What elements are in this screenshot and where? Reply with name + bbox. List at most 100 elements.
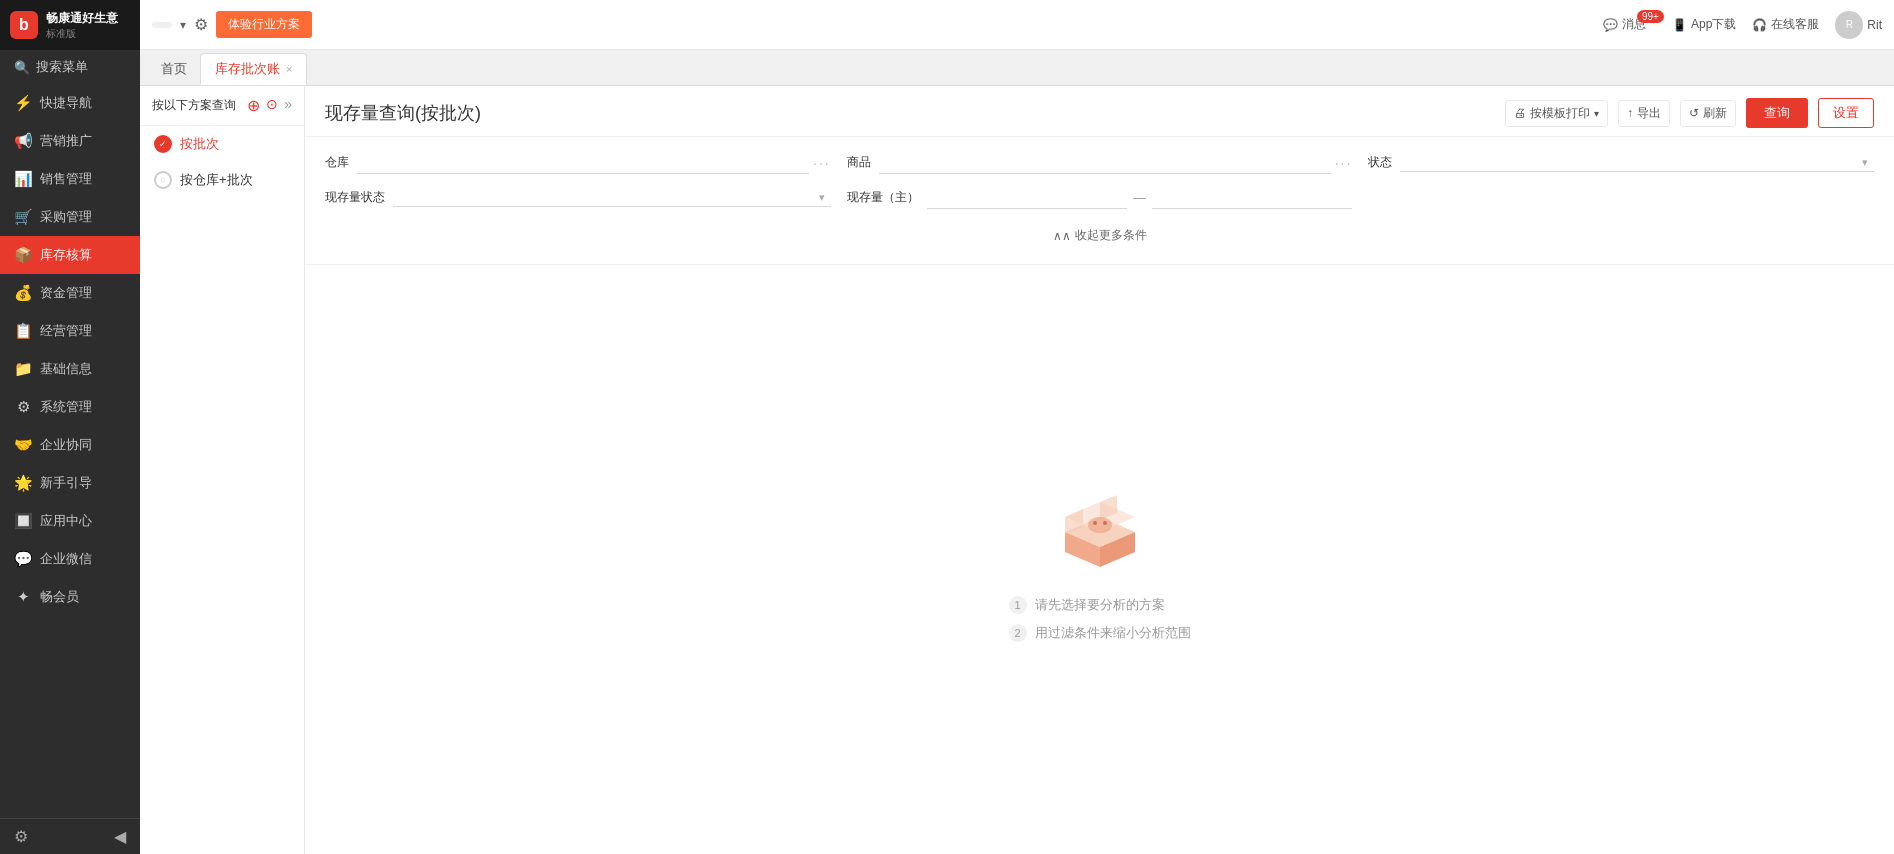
trial-button[interactable]: 体验行业方案 [216,11,312,38]
search-menu[interactable]: 🔍 搜索菜单 [0,50,140,84]
sidebar-item-label: 应用中心 [40,512,92,530]
empty-hint-1: 1 请先选择要分析的方案 [1009,596,1191,614]
inventory-status-label: 现存量状态 [325,189,385,206]
app-logo: b [10,11,38,39]
scheme-item-batch[interactable]: ✓ 按批次 [140,126,304,162]
print-button[interactable]: 🖨 按模板打印 ▾ [1505,100,1608,127]
messages-item[interactable]: 💬 消息 99+ [1603,16,1656,33]
export-label: 导出 [1637,105,1661,122]
tab-inventory-batch[interactable]: 库存批次账 × [200,53,307,85]
query-button[interactable]: 查询 [1746,98,1808,128]
collapse-chevron-up: ∧∧ [1053,229,1071,243]
product-input[interactable] [879,151,1331,174]
svg-point-6 [1088,517,1112,533]
sidebar-item-purchase[interactable]: 🛒 采购管理 [0,198,140,236]
scheme-item-warehouse-batch[interactable]: ○ 按仓库+批次 [140,162,304,198]
sidebar-item-finance[interactable]: 💰 资金管理 [0,274,140,312]
sidebar-item-guide[interactable]: 🌟 新手引导 [0,464,140,502]
topbar-right: 💬 消息 99+ 📱 App下载 🎧 在线客服 R Rit [1603,11,1882,39]
search-icon: 🔍 [14,60,30,75]
quick-nav-icon: ⚡ [14,94,32,112]
sidebar-item-label: 快捷导航 [40,94,92,112]
home-label: 首页 [161,60,187,78]
sidebar-item-sales[interactable]: 📊 销售管理 [0,160,140,198]
sidebar-item-inventory[interactable]: 📦 库存核算 [0,236,140,274]
status-field: 状态 ▾ [1368,154,1874,172]
sidebar-item-wechat[interactable]: 💬 企业微信 [0,540,140,578]
system-icon: ⚙ [14,398,32,416]
sidebar-item-label: 畅会员 [40,588,79,606]
empty-icon-area [1045,477,1155,580]
user-avatar: R [1835,11,1863,39]
print-dropdown-icon: ▾ [1594,108,1599,119]
app-download-item[interactable]: 📱 App下载 [1672,16,1736,33]
collapse-left-panel-icon[interactable]: » [284,96,292,115]
sidebar-settings-icon[interactable]: ⚙ [14,827,28,846]
tab-home[interactable]: 首页 [148,53,200,85]
print-icon: 🖨 [1514,106,1526,120]
appstore-icon: 🔲 [14,512,32,530]
member-icon: ✦ [14,588,32,606]
sidebar-item-enterprise[interactable]: 🤝 企业协同 [0,426,140,464]
sidebar-item-appstore[interactable]: 🔲 应用中心 [0,502,140,540]
online-service-item[interactable]: 🎧 在线客服 [1752,16,1819,33]
inventory-qty-to[interactable] [1152,186,1352,209]
sidebar-item-quick-nav[interactable]: ⚡ 快捷导航 [0,84,140,122]
empty-illustration [1045,477,1155,577]
sidebar-item-label: 销售管理 [40,170,92,188]
avatar-initials: R [1846,19,1853,30]
warehouse-field: 仓库 ··· [325,151,831,174]
product-label: 商品 [847,154,871,171]
inventory-status-select[interactable]: ▾ [393,189,831,207]
sidebar-item-operations[interactable]: 📋 经营管理 [0,312,140,350]
scheme-icon-warehouse-batch: ○ [154,171,172,189]
inventory-icon: 📦 [14,246,32,264]
export-button[interactable]: ↑ 导出 [1618,100,1670,127]
sidebar-item-label: 资金管理 [40,284,92,302]
sidebar-header: b 畅康通好生意 标准版 [0,0,140,50]
left-panel-title: 按以下方案查询 [152,97,236,114]
status-select[interactable]: ▾ [1400,154,1874,172]
hint-text-2: 用过滤条件来缩小分析范围 [1035,624,1191,642]
sidebar-item-marketing[interactable]: 📢 营销推广 [0,122,140,160]
sidebar: b 畅康通好生意 标准版 🔍 搜索菜单 ⚡ 快捷导航 📢 营销推广 📊 销售管理… [0,0,140,854]
tab-close-icon[interactable]: × [286,63,292,75]
sidebar-item-member[interactable]: ✦ 畅会员 [0,578,140,616]
sidebar-item-system[interactable]: ⚙ 系统管理 [0,388,140,426]
inventory-qty-label: 现存量（主） [847,189,919,206]
sidebar-item-label: 企业微信 [40,550,92,568]
refresh-button[interactable]: ↺ 刷新 [1680,100,1736,127]
warehouse-input[interactable] [357,151,809,174]
wechat-icon: 💬 [14,550,32,568]
app-download-label: App下载 [1691,16,1736,33]
sidebar-nav: ⚡ 快捷导航 📢 营销推广 📊 销售管理 🛒 采购管理 📦 库存核算 💰 资金管… [0,84,140,818]
add-scheme-icon[interactable]: ⊕ [247,96,260,115]
user-profile[interactable]: R Rit [1835,11,1882,39]
filter-collapse-btn[interactable]: ∧∧ 收起更多条件 [325,221,1874,250]
filter-row-2: 现存量状态 ▾ 现存量（主） — [325,186,1874,209]
inventory-qty-from[interactable] [927,186,1127,209]
sidebar-item-label: 新手引导 [40,474,92,492]
scheme-label-warehouse-batch: 按仓库+批次 [180,171,253,189]
breadcrumb [152,22,172,28]
inventory-status-dropdown-icon: ▾ [819,191,825,204]
dropdown-icon[interactable]: ▾ [180,18,186,32]
scheme-settings-icon[interactable]: ⊙ [266,96,278,115]
marketing-icon: 📢 [14,132,32,150]
print-label: 按模板打印 [1530,105,1590,122]
empty-hint-2: 2 用过滤条件来缩小分析范围 [1009,624,1191,642]
sidebar-item-label: 企业协同 [40,436,92,454]
filter-area: 仓库 ··· 商品 ··· 状态 ▾ [305,137,1894,265]
status-label: 状态 [1368,154,1392,171]
sidebar-item-label: 基础信息 [40,360,92,378]
settings-button[interactable]: 设置 [1818,98,1874,128]
topbar-gear-icon[interactable]: ⚙ [194,15,208,34]
tab-bar: 首页 库存批次账 × [140,50,1894,86]
sidebar-collapse-icon[interactable]: ◀ [114,827,126,846]
svg-point-8 [1103,521,1107,525]
search-menu-label: 搜索菜单 [36,58,88,76]
product-dots[interactable]: ··· [1335,155,1353,171]
warehouse-dots[interactable]: ··· [813,155,831,171]
sidebar-item-basic[interactable]: 📁 基础信息 [0,350,140,388]
enterprise-icon: 🤝 [14,436,32,454]
